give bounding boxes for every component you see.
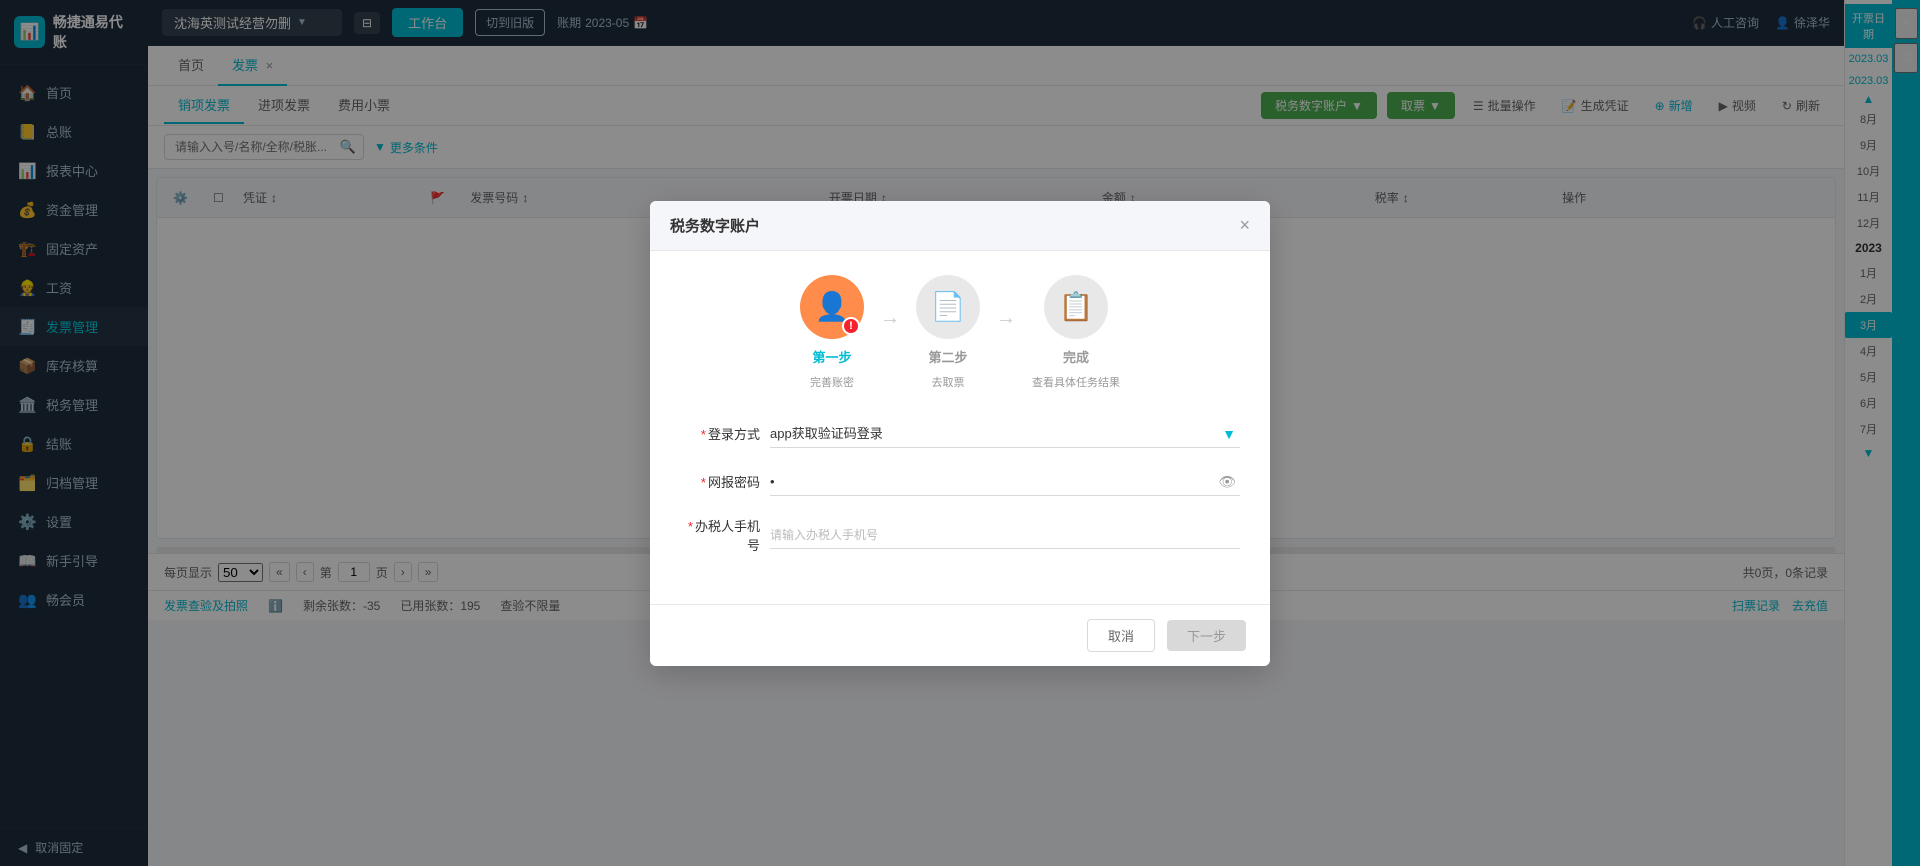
modal-close-button[interactable]: × [1239, 216, 1250, 234]
cancel-button[interactable]: 取消 [1087, 619, 1155, 652]
phone-row: 办税人手机号 [680, 516, 1240, 554]
phone-label: 办税人手机号 [680, 516, 770, 554]
step-2: 📄 第二步 去取票 [916, 275, 980, 390]
step-2-label: 第二步 [928, 347, 967, 366]
password-control: 👁 [770, 468, 1240, 496]
login-method-control: app获取验证码登录 ▼ [770, 420, 1240, 448]
step-1-circle: 👤 ! [800, 275, 864, 339]
step-2-circle: 📄 [916, 275, 980, 339]
step-3: 📋 完成 查看具体任务结果 [1032, 275, 1120, 390]
step-1-desc: 完善账密 [810, 374, 854, 390]
step-1-label: 第一步 [812, 347, 851, 366]
login-method-label: 登录方式 [680, 424, 770, 443]
step-1-icon: 👤 [815, 290, 850, 323]
step-1-alert: ! [842, 317, 860, 335]
next-step-button[interactable]: 下一步 [1167, 620, 1246, 651]
digital-account-modal: 税务数字账户 × 👤 ! 第一步 完善账密 → [650, 201, 1270, 666]
step-3-label: 完成 [1063, 347, 1089, 366]
steps-indicator: 👤 ! 第一步 完善账密 → 📄 第二步 去取票 → [680, 275, 1240, 390]
step-3-circle: 📋 [1044, 275, 1108, 339]
step-2-desc: 去取票 [932, 374, 965, 390]
phone-input[interactable] [770, 521, 1240, 549]
phone-control [770, 521, 1240, 549]
step-arrow-1: → [880, 307, 900, 330]
modal-header: 税务数字账户 × [650, 201, 1270, 251]
password-row: 网报密码 👁 [680, 468, 1240, 496]
step-3-desc: 查看具体任务结果 [1032, 374, 1120, 390]
step-arrow-2: → [996, 307, 1016, 330]
password-input[interactable] [770, 468, 1240, 496]
password-label: 网报密码 [680, 472, 770, 491]
modal-footer: 取消 下一步 [650, 604, 1270, 666]
login-method-row: 登录方式 app获取验证码登录 ▼ [680, 420, 1240, 448]
modal-overlay: 税务数字账户 × 👤 ! 第一步 完善账密 → [0, 0, 1920, 866]
step-1: 👤 ! 第一步 完善账密 [800, 275, 864, 390]
modal-body: 👤 ! 第一步 完善账密 → 📄 第二步 去取票 → [650, 251, 1270, 604]
modal-title: 税务数字账户 [670, 215, 760, 236]
step-2-icon: 📄 [931, 290, 966, 323]
step-3-icon: 📋 [1059, 290, 1094, 323]
eye-toggle-icon[interactable]: 👁 [1218, 473, 1236, 490]
login-method-select[interactable]: app获取验证码登录 [770, 420, 1240, 448]
